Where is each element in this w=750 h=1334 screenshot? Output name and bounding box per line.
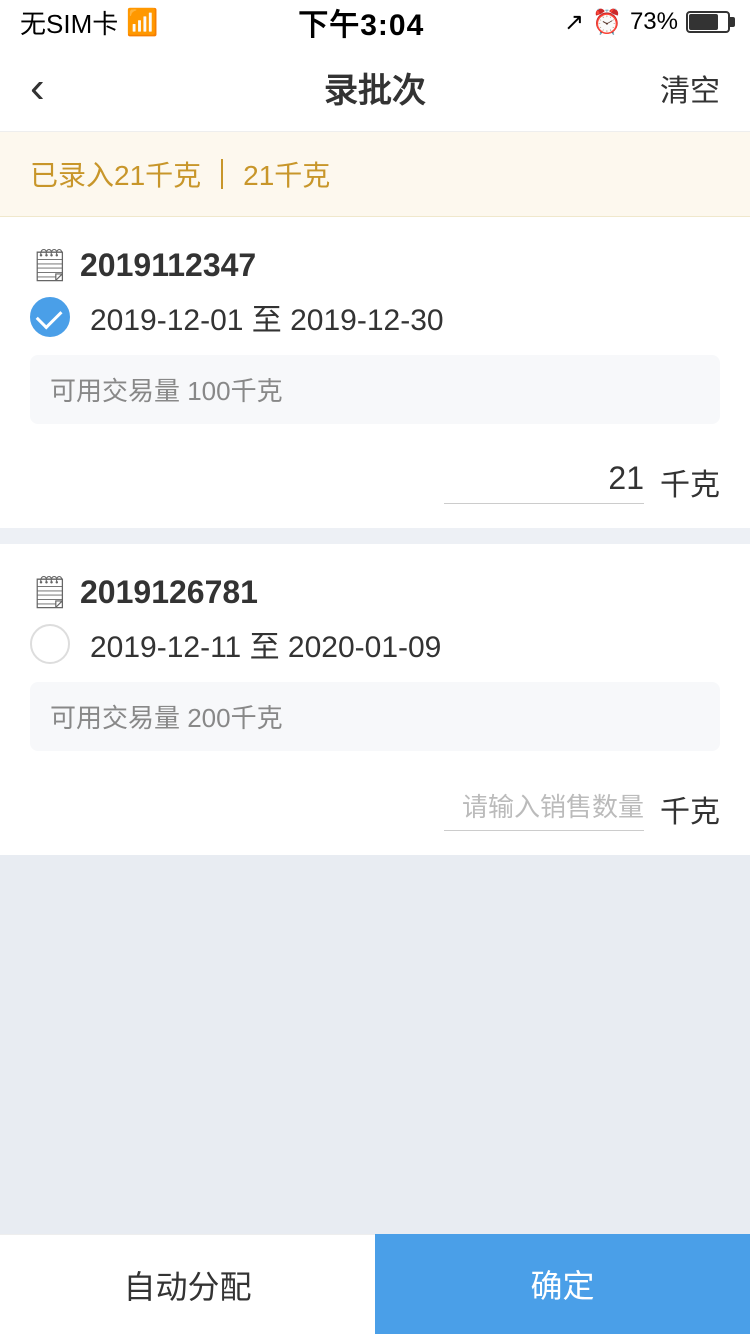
bottom-grey xyxy=(0,855,750,1255)
clear-button[interactable]: 清空 xyxy=(660,66,720,110)
batch-header-1: 🗒 2019112347 xyxy=(0,217,750,295)
status-left: 无SIM卡 📶 xyxy=(20,4,159,41)
doc-icon-2: 🗒 xyxy=(30,572,70,612)
nav-bar: ‹ 录批次 清空 xyxy=(0,44,750,132)
status-right: ↗ ⏰ 73% xyxy=(564,8,730,37)
qty-input-1[interactable] xyxy=(444,460,644,504)
battery-fill xyxy=(689,14,718,30)
summary-value: 21千克 xyxy=(243,154,330,194)
sim-icon: 📶 xyxy=(126,7,158,38)
batch-card-2: 🗒 2019126781 2019-12-11 至 2020-01-09 可用交… xyxy=(0,544,750,855)
qty-unit-2: 千克 xyxy=(660,787,720,831)
card-divider xyxy=(0,528,750,544)
radio-btn-1[interactable] xyxy=(30,297,70,337)
status-bar: 无SIM卡 📶 下午3:04 ↗ ⏰ 73% xyxy=(0,0,750,44)
status-time: 下午3:04 xyxy=(298,0,424,44)
qty-input-2[interactable] xyxy=(444,787,644,831)
batch-date-row-2: 2019-12-11 至 2020-01-09 xyxy=(0,622,750,682)
back-button[interactable]: ‹ xyxy=(30,63,90,113)
location-icon: ↗ xyxy=(564,8,584,37)
qty-row-1: 千克 xyxy=(0,444,750,528)
alarm-icon: ⏰ xyxy=(592,8,622,37)
batch-date-1: 2019-12-01 至 2019-12-30 xyxy=(90,295,444,339)
summary-label: 已录入21千克 xyxy=(30,154,201,194)
confirm-label: 确定 xyxy=(530,1261,594,1307)
summary-divider xyxy=(221,159,223,189)
batch-id-1: 2019112347 xyxy=(80,247,256,284)
qty-row-2: 千克 xyxy=(0,771,750,855)
summary-banner: 已录入21千克 21千克 xyxy=(0,132,750,217)
battery-icon xyxy=(686,11,730,33)
batch-card-1: 🗒 2019112347 2019-12-01 至 2019-12-30 可用交… xyxy=(0,217,750,528)
doc-icon-1: 🗒 xyxy=(30,245,70,285)
batch-header-2: 🗒 2019126781 xyxy=(0,544,750,622)
batch-available-2: 可用交易量 200千克 xyxy=(30,682,720,751)
batch-id-2: 2019126781 xyxy=(80,574,258,611)
footer: 自动分配 确定 xyxy=(0,1234,750,1334)
auto-distribute-button[interactable]: 自动分配 xyxy=(0,1234,375,1334)
page-title: 录批次 xyxy=(324,63,426,112)
qty-unit-1: 千克 xyxy=(660,460,720,504)
batch-date-row-1: 2019-12-01 至 2019-12-30 xyxy=(0,295,750,355)
auto-distribute-label: 自动分配 xyxy=(123,1262,251,1308)
battery-percent: 73% xyxy=(630,8,678,36)
radio-btn-2[interactable] xyxy=(30,624,70,664)
batch-date-2: 2019-12-11 至 2020-01-09 xyxy=(90,622,441,666)
confirm-button[interactable]: 确定 xyxy=(375,1234,750,1334)
batch-available-1: 可用交易量 100千克 xyxy=(30,355,720,424)
carrier-label: 无SIM卡 xyxy=(20,4,118,41)
